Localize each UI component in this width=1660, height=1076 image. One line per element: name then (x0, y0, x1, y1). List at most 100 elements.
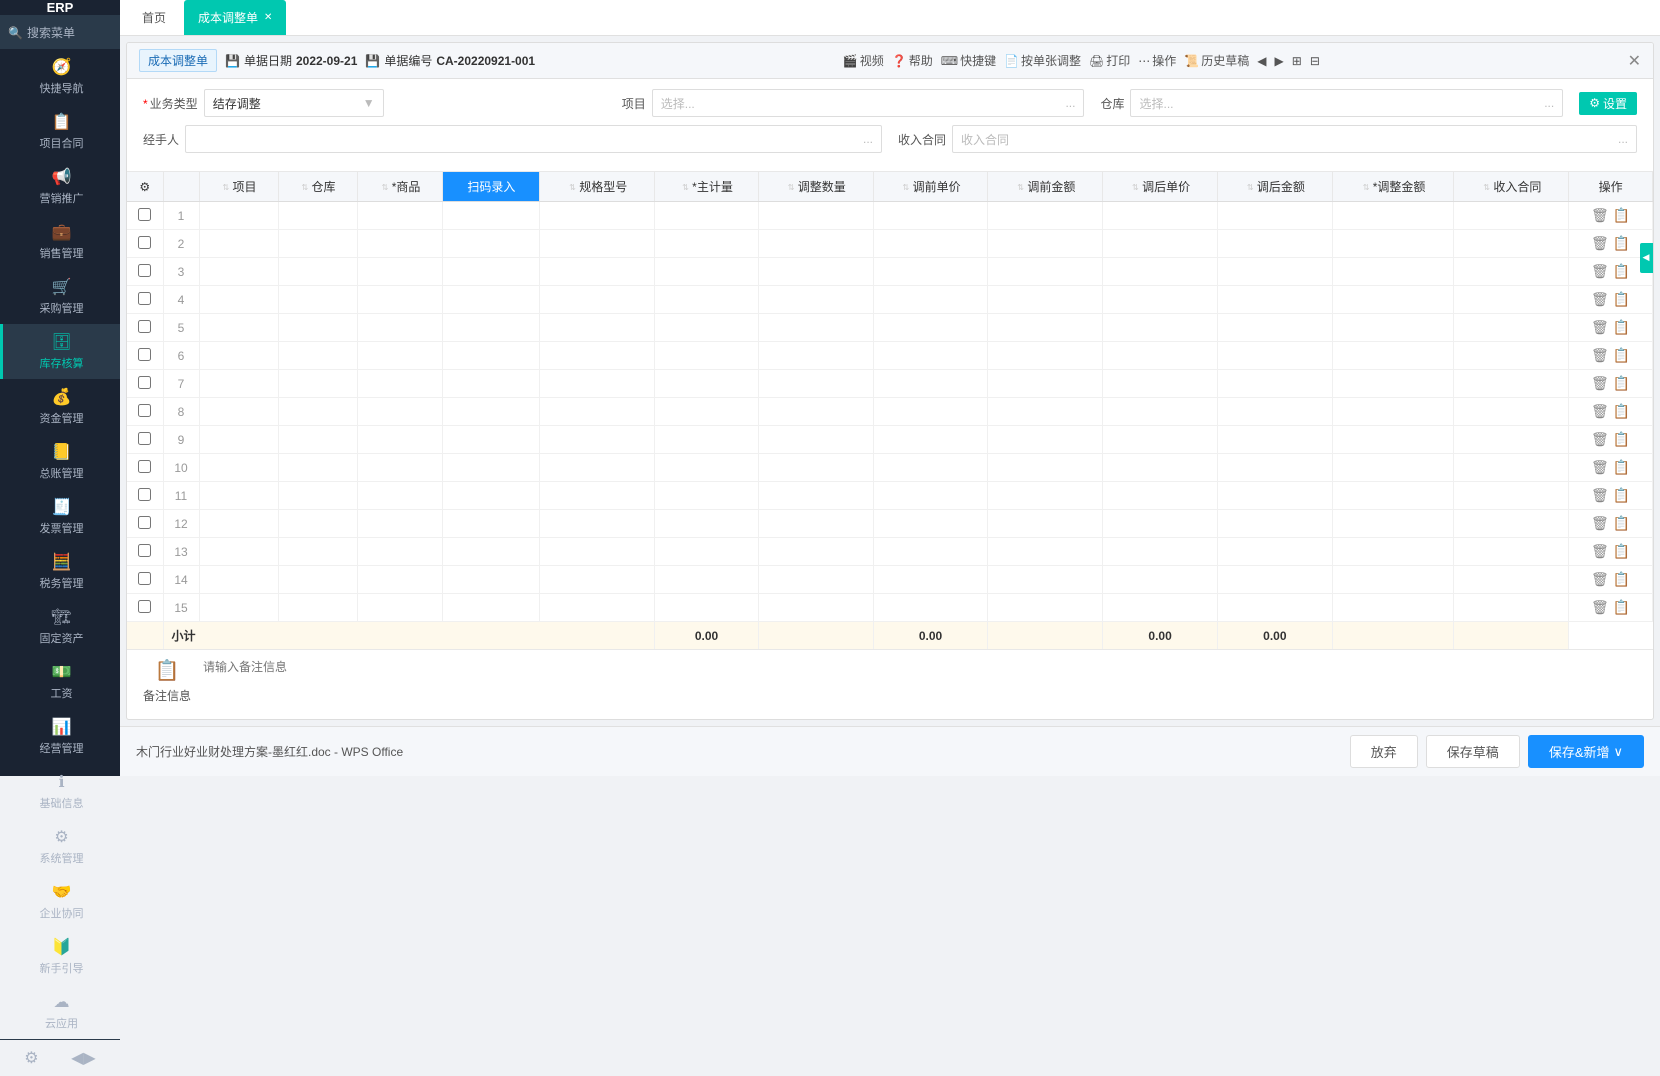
cell-goods[interactable] (357, 454, 443, 482)
cell-before-amt[interactable] (988, 230, 1103, 258)
cell-income-contract[interactable] (1454, 342, 1569, 370)
save-draft-button[interactable]: 保存草稿 (1426, 735, 1520, 768)
toolbar-video[interactable]: 🎬 视频 (843, 52, 884, 69)
cell-after-price[interactable] (1103, 314, 1218, 342)
col-spec[interactable]: ⇅ 规格型号 (540, 172, 655, 202)
col-warehouse[interactable]: ⇅ 仓库 (278, 172, 357, 202)
cell-income-contract[interactable] (1454, 230, 1569, 258)
copy-icon[interactable]: 📋 (1613, 291, 1630, 308)
cell-unit[interactable] (655, 202, 759, 230)
cell-after-price[interactable] (1103, 510, 1218, 538)
col-income-contract[interactable]: ⇅ 收入合同 (1454, 172, 1569, 202)
cell-unit[interactable] (655, 370, 759, 398)
cell-unit[interactable] (655, 342, 759, 370)
row-checkbox[interactable] (127, 286, 163, 314)
cell-after-amt[interactable] (1217, 286, 1332, 314)
cell-warehouse[interactable] (278, 230, 357, 258)
cell-spec[interactable] (540, 594, 655, 622)
cell-income-contract[interactable] (1454, 594, 1569, 622)
toolbar-print[interactable]: 🖨 打印 (1089, 52, 1130, 69)
col-adj-qty[interactable]: ⇅ 调整数量 (758, 172, 873, 202)
cell-spec[interactable] (540, 454, 655, 482)
cell-adj-qty[interactable] (758, 398, 873, 426)
cell-unit[interactable] (655, 314, 759, 342)
delete-icon[interactable]: 🗑 (1591, 375, 1609, 392)
cell-before-price[interactable] (873, 454, 988, 482)
cell-scan[interactable] (443, 566, 540, 594)
delete-icon[interactable]: 🗑 (1591, 431, 1609, 448)
cell-before-price[interactable] (873, 398, 988, 426)
cell-before-amt[interactable] (988, 454, 1103, 482)
cell-before-amt[interactable] (988, 370, 1103, 398)
delete-icon[interactable]: 🗑 (1591, 263, 1609, 280)
cell-goods[interactable] (357, 342, 443, 370)
cell-before-amt[interactable] (988, 314, 1103, 342)
col-after-amt[interactable]: ⇅ 调后金额 (1217, 172, 1332, 202)
cell-goods[interactable] (357, 258, 443, 286)
cell-project[interactable] (199, 230, 278, 258)
sidebar-item-ledger-mgmt[interactable]: 📒 总账管理 (0, 434, 120, 489)
sidebar-item-salary[interactable]: 💵 工资 (0, 654, 120, 709)
delete-icon[interactable]: 🗑 (1591, 459, 1609, 476)
cell-project[interactable] (199, 202, 278, 230)
cell-goods[interactable] (357, 398, 443, 426)
cell-adj-qty[interactable] (758, 566, 873, 594)
cell-income-contract[interactable] (1454, 566, 1569, 594)
cell-adj-amt[interactable] (1332, 286, 1454, 314)
sidebar-item-sales-promo[interactable]: 📢 营销推广 (0, 159, 120, 214)
cell-adj-qty[interactable] (758, 342, 873, 370)
copy-icon[interactable]: 📋 (1613, 375, 1630, 392)
project-input[interactable]: 选择... ... (652, 89, 1085, 117)
row-checkbox[interactable] (127, 426, 163, 454)
row-checkbox[interactable] (127, 594, 163, 622)
col-adj-amt[interactable]: ⇅ *调整金额 (1332, 172, 1454, 202)
cell-income-contract[interactable] (1454, 314, 1569, 342)
col-scan[interactable]: 扫码录入 (443, 172, 540, 202)
sidebar-item-biz-coop[interactable]: 🤝 企业协同 (0, 874, 120, 929)
cell-after-price[interactable] (1103, 202, 1218, 230)
cell-unit[interactable] (655, 426, 759, 454)
cell-spec[interactable] (540, 314, 655, 342)
cell-project[interactable] (199, 510, 278, 538)
cell-before-amt[interactable] (988, 398, 1103, 426)
cell-adj-qty[interactable] (758, 538, 873, 566)
cell-before-price[interactable] (873, 202, 988, 230)
copy-icon[interactable]: 📋 (1613, 263, 1630, 280)
sidebar-item-fund-mgmt[interactable]: 💰 资金管理 (0, 379, 120, 434)
cell-project[interactable] (199, 398, 278, 426)
warehouse-input[interactable]: 选择... ... (1130, 89, 1563, 117)
cell-warehouse[interactable] (278, 594, 357, 622)
row-checkbox[interactable] (127, 314, 163, 342)
toolbar-per-doc[interactable]: 📄 按单张调整 (1004, 52, 1081, 69)
cell-spec[interactable] (540, 342, 655, 370)
window-close-btn[interactable]: ✕ (1628, 51, 1641, 71)
sidebar-item-sys-mgmt[interactable]: ⚙ 系统管理 (0, 819, 120, 874)
cell-after-amt[interactable] (1217, 314, 1332, 342)
cell-before-price[interactable] (873, 426, 988, 454)
cell-warehouse[interactable] (278, 370, 357, 398)
cell-adj-amt[interactable] (1332, 342, 1454, 370)
cell-scan[interactable] (443, 202, 540, 230)
discard-button[interactable]: 放弃 (1350, 735, 1418, 768)
cell-adj-qty[interactable] (758, 426, 873, 454)
sidebar-item-sales-mgmt[interactable]: 💼 销售管理 (0, 214, 120, 269)
cell-scan[interactable] (443, 538, 540, 566)
cell-spec[interactable] (540, 510, 655, 538)
cell-adj-amt[interactable] (1332, 202, 1454, 230)
cell-project[interactable] (199, 426, 278, 454)
cell-project[interactable] (199, 286, 278, 314)
cell-adj-qty[interactable] (758, 482, 873, 510)
copy-icon[interactable]: 📋 (1613, 347, 1630, 364)
cell-income-contract[interactable] (1454, 286, 1569, 314)
cell-before-price[interactable] (873, 510, 988, 538)
cell-after-amt[interactable] (1217, 258, 1332, 286)
cell-before-amt[interactable] (988, 202, 1103, 230)
cell-adj-qty[interactable] (758, 202, 873, 230)
cell-goods[interactable] (357, 286, 443, 314)
cell-after-price[interactable] (1103, 594, 1218, 622)
cell-unit[interactable] (655, 230, 759, 258)
tab-cost-adj[interactable]: 成本调整单 ✕ (184, 0, 286, 35)
copy-icon[interactable]: 📋 (1613, 487, 1630, 504)
cell-after-price[interactable] (1103, 370, 1218, 398)
cell-after-amt[interactable] (1217, 454, 1332, 482)
